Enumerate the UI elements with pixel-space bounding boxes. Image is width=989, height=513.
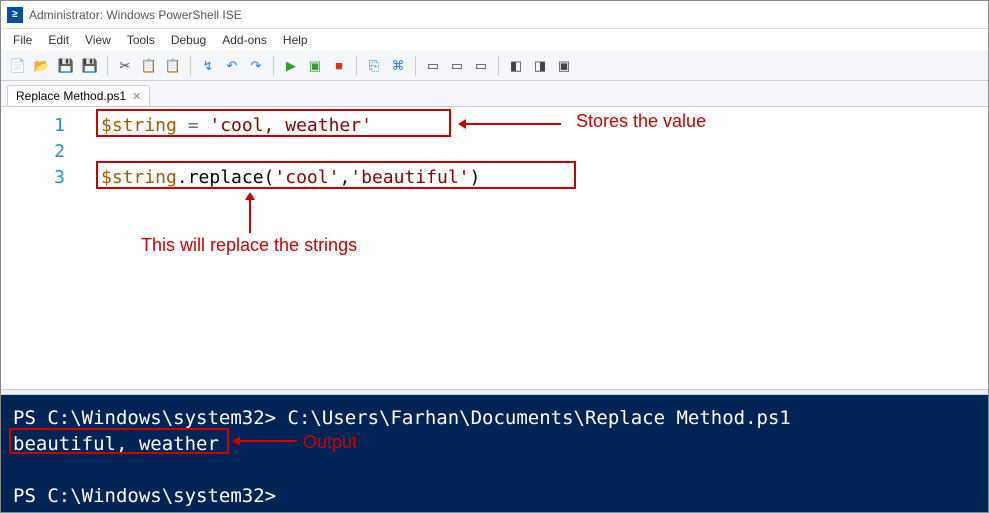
line-number: 2 bbox=[1, 139, 81, 165]
annotation-text-stores: Stores the value bbox=[576, 111, 706, 132]
annotation-text-output: Output bbox=[303, 429, 357, 455]
editor[interactable]: 1 2 3 $string = 'cool, weather' $string.… bbox=[1, 107, 988, 389]
annotation-box-2 bbox=[96, 161, 576, 189]
annotation-arrow-2 bbox=[249, 195, 251, 233]
toolbar: 📄 📂 💾 💾 ✂ 📋 📋 ↯ ↶ ↷ ▶ ▣ ■ ⎘ ⌘ ▭ ▭ ▭ ◧ ◨ … bbox=[1, 51, 988, 81]
menu-addons[interactable]: Add-ons bbox=[214, 31, 275, 49]
gutter: 1 2 3 bbox=[1, 107, 81, 191]
annotation-text-replace: This will replace the strings bbox=[141, 235, 357, 256]
pane2-icon[interactable]: ◨ bbox=[529, 55, 551, 77]
app-icon: ≥ bbox=[7, 7, 23, 23]
line-number: 3 bbox=[1, 165, 81, 191]
menu-tools[interactable]: Tools bbox=[119, 31, 163, 49]
save-icon[interactable]: 💾 bbox=[55, 55, 77, 77]
console-line-4: PS C:\Windows\system32> bbox=[13, 483, 976, 509]
annotation-arrow-output bbox=[235, 440, 297, 442]
menu-file[interactable]: File bbox=[5, 31, 40, 49]
tab-label: Replace Method.ps1 bbox=[16, 89, 126, 103]
layout2-icon[interactable]: ▭ bbox=[446, 55, 468, 77]
annotation-box-1 bbox=[96, 109, 451, 137]
run-icon[interactable]: ▶ bbox=[280, 55, 302, 77]
run-selection-icon[interactable]: ▣ bbox=[304, 55, 326, 77]
annotation-arrow-1 bbox=[461, 123, 561, 125]
close-icon[interactable]: ✕ bbox=[132, 90, 141, 103]
cut-icon[interactable]: ✂ bbox=[114, 55, 136, 77]
titlebar: ≥ Administrator: Windows PowerShell ISE bbox=[1, 1, 988, 29]
layout3-icon[interactable]: ▭ bbox=[470, 55, 492, 77]
annotation-box-output bbox=[9, 428, 229, 454]
tabbar: Replace Method.ps1 ✕ bbox=[1, 81, 988, 107]
window-title: Administrator: Windows PowerShell ISE bbox=[29, 8, 242, 22]
paste-icon[interactable]: 📋 bbox=[162, 55, 184, 77]
console-line-3 bbox=[13, 457, 976, 483]
remote-icon[interactable]: ⎘ bbox=[363, 55, 385, 77]
new-icon[interactable]: 📄 bbox=[7, 55, 29, 77]
tab-file[interactable]: Replace Method.ps1 ✕ bbox=[7, 85, 150, 106]
clear-icon[interactable]: ↯ bbox=[197, 55, 219, 77]
line-number: 1 bbox=[1, 113, 81, 139]
menubar: File Edit View Tools Debug Add-ons Help bbox=[1, 29, 988, 51]
copy-icon[interactable]: 📋 bbox=[138, 55, 160, 77]
console[interactable]: PS C:\Windows\system32> C:\Users\Farhan\… bbox=[1, 395, 988, 512]
menu-edit[interactable]: Edit bbox=[40, 31, 77, 49]
undo-icon[interactable]: ↶ bbox=[221, 55, 243, 77]
pane1-icon[interactable]: ◧ bbox=[505, 55, 527, 77]
stop-icon[interactable]: ■ bbox=[328, 55, 350, 77]
pane3-icon[interactable]: ▣ bbox=[553, 55, 575, 77]
menu-help[interactable]: Help bbox=[275, 31, 316, 49]
menu-debug[interactable]: Debug bbox=[163, 31, 214, 49]
menu-view[interactable]: View bbox=[77, 31, 119, 49]
powershell-icon[interactable]: ⌘ bbox=[387, 55, 409, 77]
layout1-icon[interactable]: ▭ bbox=[422, 55, 444, 77]
open-icon[interactable]: 📂 bbox=[31, 55, 53, 77]
redo-icon[interactable]: ↷ bbox=[245, 55, 267, 77]
saveall-icon[interactable]: 💾 bbox=[79, 55, 101, 77]
